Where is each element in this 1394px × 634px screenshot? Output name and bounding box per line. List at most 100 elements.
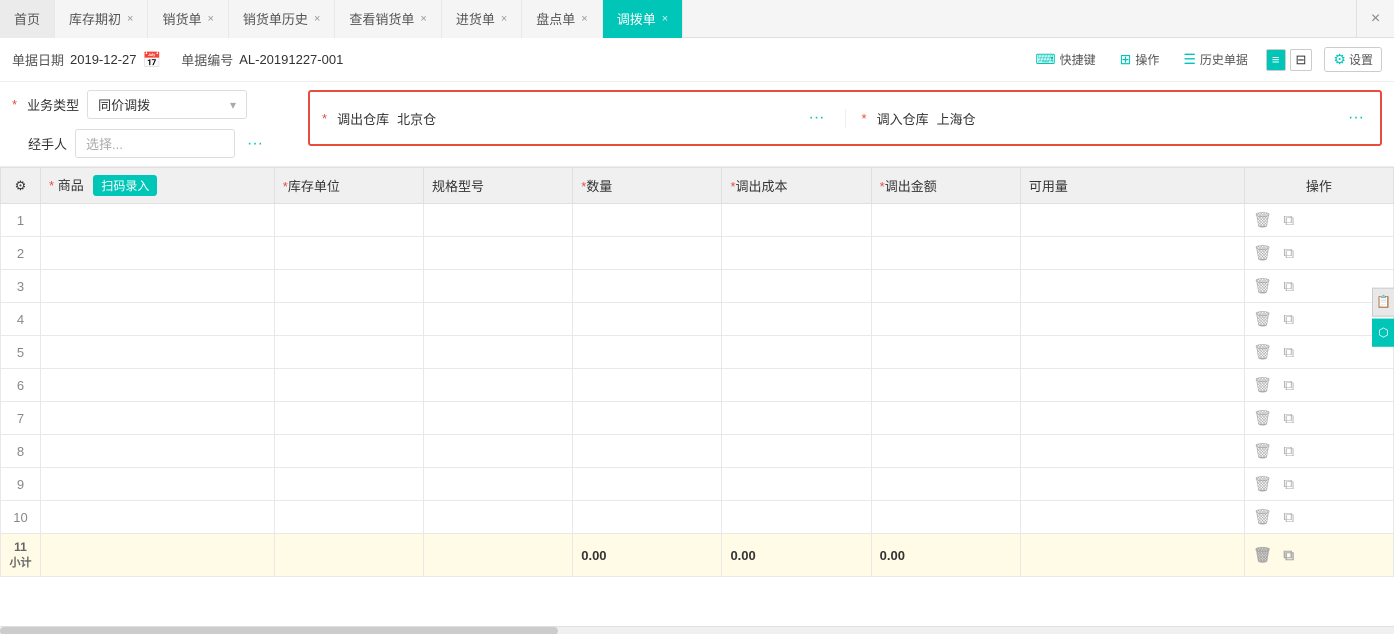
horizontal-scrollbar[interactable] [0, 626, 1394, 634]
row-amount[interactable] [871, 336, 1020, 369]
note-float-button[interactable]: 📋 [1372, 288, 1394, 317]
row-quantity[interactable] [573, 204, 722, 237]
row-product[interactable] [41, 468, 275, 501]
handler-more-button[interactable]: ··· [243, 135, 267, 153]
tab-home[interactable]: 首页 [0, 0, 55, 38]
row-product[interactable] [41, 303, 275, 336]
tab-stocktake[interactable]: 盘点单 × [522, 0, 602, 38]
row-quantity[interactable] [573, 402, 722, 435]
row-cost[interactable] [722, 501, 871, 534]
row-unit[interactable] [274, 435, 423, 468]
tab-purchase-order-close[interactable]: × [501, 13, 507, 25]
row-product[interactable] [41, 204, 275, 237]
tab-view-sales-close[interactable]: × [420, 13, 426, 25]
row-unit[interactable] [274, 501, 423, 534]
setting-button[interactable]: ⚙ 设置 [1324, 47, 1382, 72]
row-delete-icon[interactable]: 🗑 [1253, 309, 1273, 329]
row-copy-icon[interactable]: ⧉ [1279, 408, 1299, 428]
row-delete-icon[interactable]: 🗑 [1253, 507, 1273, 527]
row-quantity[interactable] [573, 237, 722, 270]
row-unit[interactable] [274, 237, 423, 270]
row-product[interactable] [41, 270, 275, 303]
row-copy-icon[interactable]: ⧉ [1279, 545, 1299, 565]
row-spec[interactable] [424, 336, 573, 369]
tab-initial-inventory-close[interactable]: × [127, 13, 133, 25]
row-quantity[interactable] [573, 369, 722, 402]
row-unit[interactable] [274, 468, 423, 501]
row-product[interactable] [41, 435, 275, 468]
row-copy-icon[interactable]: ⧉ [1279, 507, 1299, 527]
row-cost[interactable] [722, 270, 871, 303]
row-spec[interactable] [424, 303, 573, 336]
row-product[interactable] [41, 402, 275, 435]
transfer-out-more-button[interactable]: ··· [805, 109, 829, 127]
row-cost[interactable] [722, 303, 871, 336]
row-spec[interactable] [424, 237, 573, 270]
tab-sales-history[interactable]: 销货单历史 × [229, 0, 335, 38]
handler-select[interactable]: 选择... [75, 129, 235, 158]
row-copy-icon[interactable]: ⧉ [1279, 210, 1299, 230]
row-unit[interactable] [274, 402, 423, 435]
row-spec[interactable] [424, 435, 573, 468]
row-delete-icon[interactable]: 🗑 [1253, 408, 1273, 428]
row-amount[interactable] [871, 435, 1020, 468]
row-amount[interactable] [871, 270, 1020, 303]
row-copy-icon[interactable]: ⧉ [1279, 375, 1299, 395]
row-cost[interactable] [722, 336, 871, 369]
barcode-scan-button[interactable]: 扫码录入 [93, 175, 157, 196]
row-amount[interactable] [871, 204, 1020, 237]
row-cost[interactable] [722, 435, 871, 468]
row-amount[interactable] [871, 501, 1020, 534]
column-settings[interactable]: ⚙ [1, 168, 41, 204]
row-cost[interactable] [722, 369, 871, 402]
row-product[interactable] [41, 336, 275, 369]
row-copy-icon[interactable]: ⧉ [1279, 309, 1299, 329]
expand-float-button[interactable]: ⬡ [1372, 318, 1394, 346]
layout1-button[interactable]: ≡ [1266, 49, 1286, 71]
tab-view-sales[interactable]: 查看销货单 × [335, 0, 441, 38]
row-copy-icon[interactable]: ⧉ [1279, 474, 1299, 494]
window-close-button[interactable]: × [1356, 0, 1394, 38]
row-delete-icon[interactable]: 🗑 [1253, 276, 1273, 296]
row-product[interactable] [41, 369, 275, 402]
tab-sales-order[interactable]: 销货单 × [148, 0, 228, 38]
row-delete-icon[interactable]: 🗑 [1253, 545, 1273, 565]
row-spec[interactable] [424, 402, 573, 435]
tab-transfer-order-close[interactable]: × [662, 13, 668, 25]
layout2-button[interactable]: ⊟ [1290, 49, 1313, 71]
tab-transfer-order[interactable]: 调拨单 × [603, 0, 683, 38]
row-delete-icon[interactable]: 🗑 [1253, 243, 1273, 263]
row-unit[interactable] [274, 336, 423, 369]
tab-initial-inventory[interactable]: 库存期初 × [55, 0, 148, 38]
row-unit[interactable] [274, 204, 423, 237]
row-unit[interactable] [274, 270, 423, 303]
row-delete-icon[interactable]: 🗑 [1253, 342, 1273, 362]
row-product[interactable] [41, 237, 275, 270]
tab-sales-order-close[interactable]: × [207, 13, 213, 25]
row-cost[interactable] [722, 468, 871, 501]
row-quantity[interactable] [573, 336, 722, 369]
row-amount[interactable] [871, 303, 1020, 336]
row-spec[interactable] [424, 369, 573, 402]
row-copy-icon[interactable]: ⧉ [1279, 276, 1299, 296]
row-delete-icon[interactable]: 🗑 [1253, 441, 1273, 461]
transfer-in-more-button[interactable]: ··· [1344, 109, 1368, 127]
tab-stocktake-close[interactable]: × [581, 13, 587, 25]
row-quantity[interactable] [573, 303, 722, 336]
row-cost[interactable] [722, 204, 871, 237]
row-copy-icon[interactable]: ⧉ [1279, 342, 1299, 362]
row-spec[interactable] [424, 270, 573, 303]
row-cost[interactable] [722, 237, 871, 270]
row-spec[interactable] [424, 204, 573, 237]
row-delete-icon[interactable]: 🗑 [1253, 474, 1273, 494]
row-unit[interactable] [274, 369, 423, 402]
tab-sales-history-close[interactable]: × [314, 13, 320, 25]
row-cost[interactable] [722, 402, 871, 435]
row-product[interactable] [41, 501, 275, 534]
business-type-select[interactable]: 同价调拨 ▾ [87, 90, 247, 119]
row-quantity[interactable] [573, 270, 722, 303]
row-spec[interactable] [424, 501, 573, 534]
row-delete-icon[interactable]: 🗑 [1253, 210, 1273, 230]
scrollbar-thumb[interactable] [0, 627, 558, 634]
row-amount[interactable] [871, 369, 1020, 402]
